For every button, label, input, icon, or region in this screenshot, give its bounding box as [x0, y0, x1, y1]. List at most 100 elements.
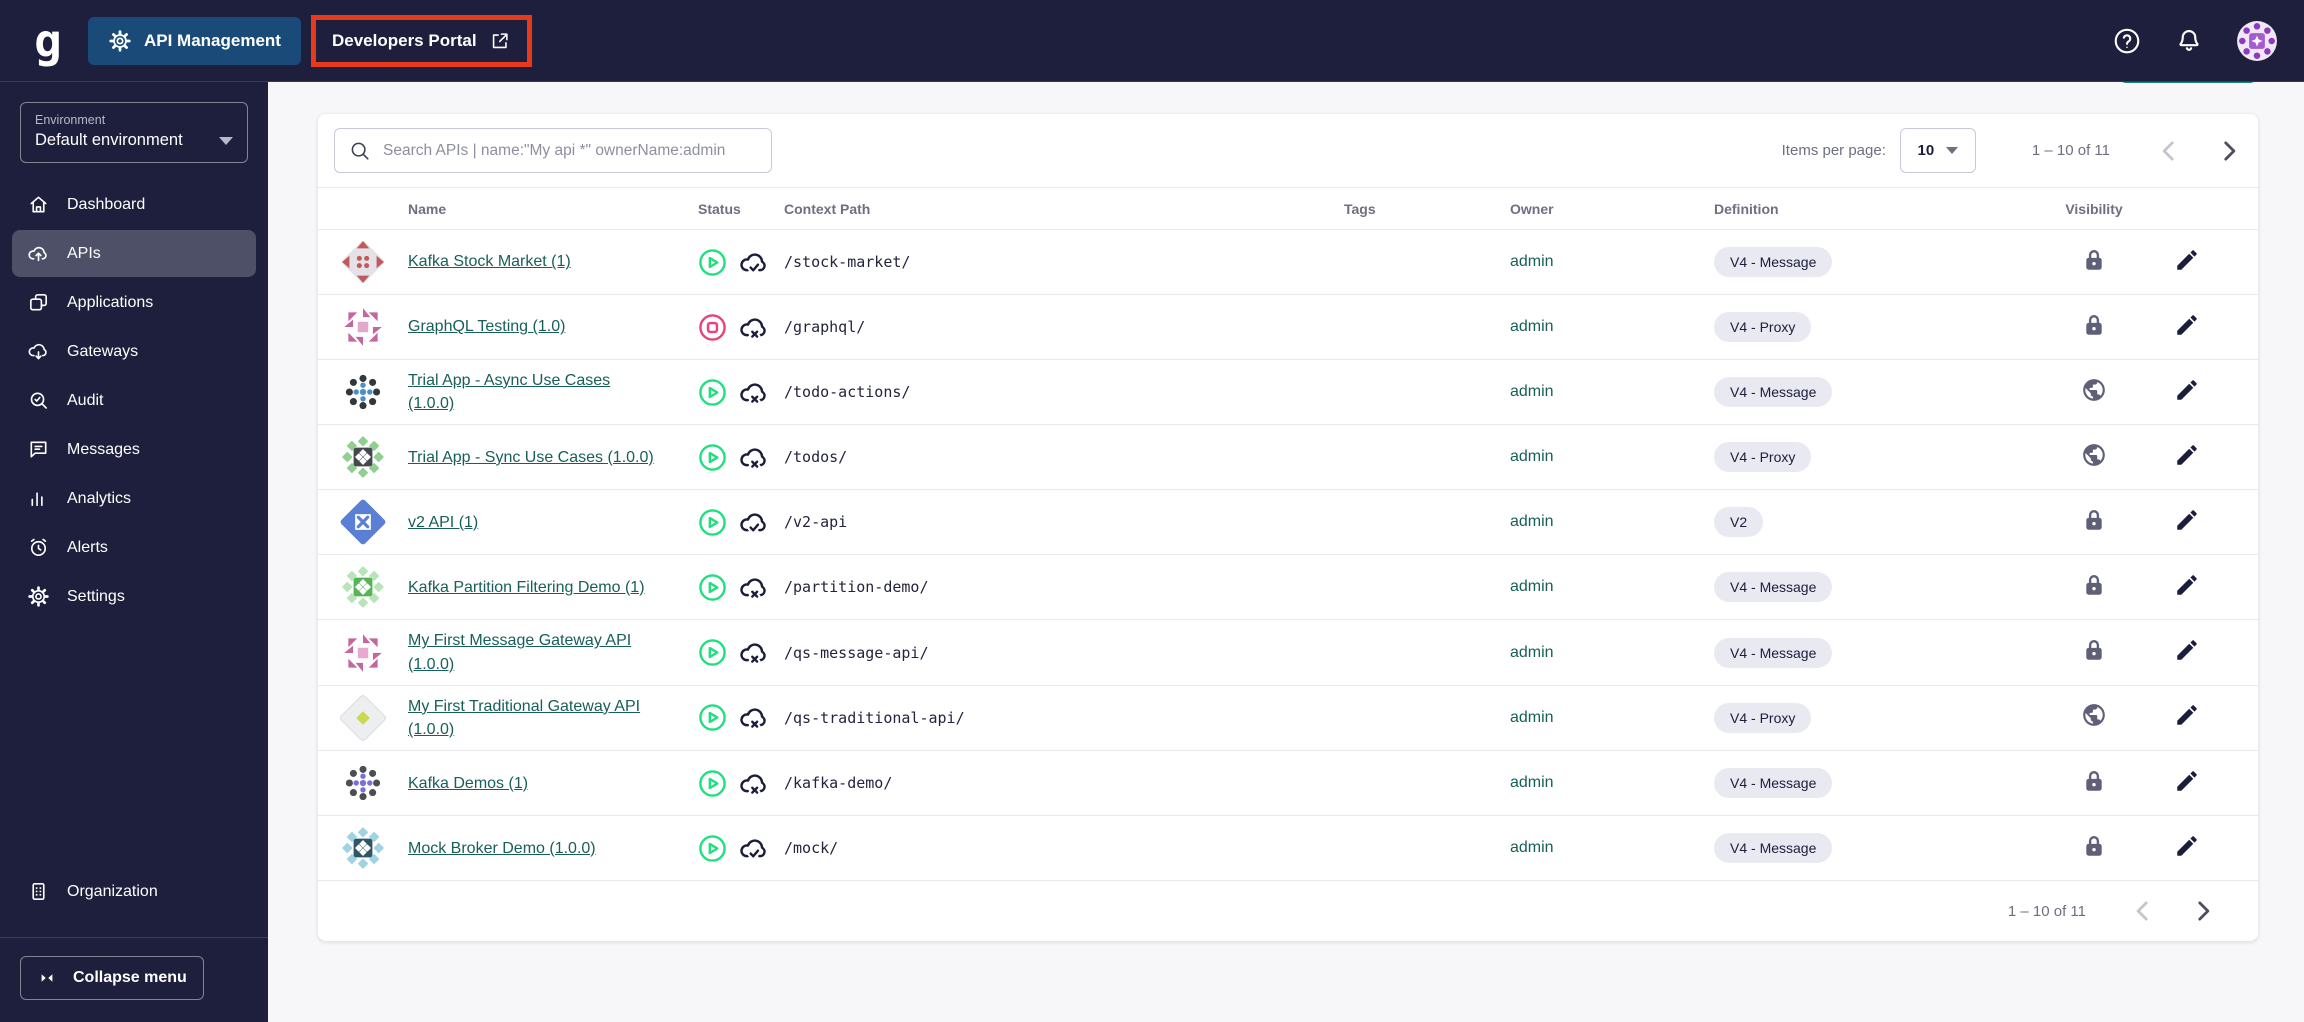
- sidebar-bottom: Organization Collapse menu: [0, 860, 268, 1022]
- notifications-bell-icon[interactable]: [2174, 26, 2204, 56]
- bottom-paginator: 1 – 10 of 11: [318, 881, 2258, 941]
- definition-badge: V4 - Message: [1714, 768, 1833, 799]
- status-started-play-icon: [698, 638, 727, 667]
- status-started-play-icon: [698, 508, 727, 537]
- globe-icon: [2081, 377, 2107, 403]
- api-name-link[interactable]: Mock Broker Demo (1.0.0): [408, 837, 596, 860]
- collapse-menu-button[interactable]: Collapse menu: [20, 956, 204, 1000]
- owner-link[interactable]: admin: [1510, 383, 1554, 400]
- sidebar-item-applications[interactable]: Applications: [12, 279, 256, 326]
- cloud-out-of-sync-icon: [739, 378, 768, 407]
- owner-link[interactable]: admin: [1510, 448, 1554, 465]
- search-box: [334, 128, 772, 173]
- edit-api-button[interactable]: [2174, 507, 2200, 533]
- definition-badge: V2: [1714, 507, 1764, 538]
- sidebar: Environment Default environment Dashboar…: [0, 82, 268, 1022]
- api-name-link[interactable]: v2 API (1): [408, 511, 478, 534]
- home-icon: [27, 193, 50, 216]
- help-icon[interactable]: [2112, 26, 2142, 56]
- api-name-link[interactable]: Kafka Stock Market (1): [408, 250, 571, 273]
- tags-cell: [1344, 685, 1510, 752]
- status-started-play-icon: [698, 573, 727, 602]
- lock-icon: [2081, 637, 2107, 663]
- api-name-link[interactable]: My First Message Gateway API (1.0.0): [408, 629, 658, 675]
- api-table-row: Trial App - Async Use Cases (1.0.0) /tod…: [318, 359, 2258, 426]
- api-name-link[interactable]: My First Traditional Gateway API (1.0.0): [408, 695, 658, 741]
- sidebar-item-dashboard[interactable]: Dashboard: [12, 181, 256, 228]
- sidebar-item-messages[interactable]: Messages: [12, 426, 256, 473]
- sidebar-item-settings[interactable]: Settings: [12, 573, 256, 620]
- owner-link[interactable]: admin: [1510, 839, 1554, 856]
- developers-portal-button[interactable]: Developers Portal: [316, 20, 527, 62]
- pagination-range: 1 – 10 of 11: [2007, 902, 2086, 920]
- cloud-synced-icon: [739, 248, 768, 277]
- owner-link[interactable]: admin: [1510, 709, 1554, 726]
- top-paginator: Items per page: 10 1 – 10 of 11: [1782, 128, 2242, 173]
- api-name-link[interactable]: Kafka Partition Filtering Demo (1): [408, 576, 645, 599]
- sidebar-item-label: Settings: [67, 587, 125, 605]
- edit-api-button[interactable]: [2174, 377, 2200, 403]
- edit-api-button[interactable]: [2174, 702, 2200, 728]
- definition-badge: V4 - Message: [1714, 637, 1833, 668]
- edit-api-button[interactable]: [2174, 833, 2200, 859]
- lock-icon: [2081, 312, 2107, 338]
- owner-link[interactable]: admin: [1510, 774, 1554, 791]
- edit-api-button[interactable]: [2174, 247, 2200, 273]
- context-path: /qs-traditional-api/: [784, 685, 1344, 752]
- status-started-play-icon: [698, 769, 727, 798]
- context-path: /todos/: [784, 424, 1344, 491]
- gear-icon: [108, 29, 132, 53]
- previous-page-icon[interactable]: [2156, 138, 2182, 164]
- status-started-play-icon: [698, 248, 727, 277]
- environment-selector[interactable]: Environment Default environment: [20, 102, 248, 163]
- trial-app-sync-icon: [340, 434, 386, 480]
- owner-link[interactable]: admin: [1510, 578, 1554, 595]
- edit-api-button[interactable]: [2174, 637, 2200, 663]
- previous-page-icon[interactable]: [2130, 898, 2156, 924]
- mock-broker-demo-icon: [340, 825, 386, 871]
- cloud-synced-icon: [739, 834, 768, 863]
- next-page-icon[interactable]: [2190, 898, 2216, 924]
- owner-link[interactable]: admin: [1510, 513, 1554, 530]
- edit-api-button[interactable]: [2174, 768, 2200, 794]
- sidebar-item-audit[interactable]: Audit: [12, 377, 256, 424]
- items-per-page-select[interactable]: 10: [1899, 128, 1976, 173]
- sidebar-item-analytics[interactable]: Analytics: [12, 475, 256, 522]
- sidebar-menu: Dashboard APIs Applications Gateways Aud…: [0, 173, 268, 630]
- api-name-link[interactable]: Trial App - Sync Use Cases (1.0.0): [408, 446, 654, 469]
- api-table-row: Kafka Demos (1) /kafka-demo/ admin V4 - …: [318, 750, 2258, 817]
- sidebar-item-apis[interactable]: APIs: [12, 230, 256, 277]
- next-page-icon[interactable]: [2216, 138, 2242, 164]
- context-path: /qs-message-api/: [784, 619, 1344, 686]
- user-avatar[interactable]: [2236, 20, 2278, 62]
- api-name-link[interactable]: GraphQL Testing (1.0): [408, 315, 565, 338]
- cloud-out-of-sync-icon: [739, 769, 768, 798]
- owner-link[interactable]: admin: [1510, 253, 1554, 270]
- sidebar-divider: [0, 937, 268, 938]
- edit-api-button[interactable]: [2174, 442, 2200, 468]
- owner-link[interactable]: admin: [1510, 644, 1554, 661]
- column-name: Name: [408, 187, 698, 230]
- edit-api-button[interactable]: [2174, 312, 2200, 338]
- sidebar-item-alerts[interactable]: Alerts: [12, 524, 256, 571]
- lock-icon: [2081, 833, 2107, 859]
- context-path: /graphql/: [784, 294, 1344, 360]
- tags-cell: [1344, 359, 1510, 426]
- context-path: /todo-actions/: [784, 359, 1344, 426]
- definition-badge: V4 - Message: [1714, 833, 1833, 864]
- edit-api-button[interactable]: [2174, 572, 2200, 598]
- sidebar-item-organization[interactable]: Organization: [12, 868, 256, 915]
- cloud-out-of-sync-icon: [739, 638, 768, 667]
- sidebar-item-gateways[interactable]: Gateways: [12, 328, 256, 375]
- my-first-traditional-gateway-icon: [340, 695, 386, 741]
- search-icon: [349, 140, 371, 162]
- api-management-button[interactable]: API Management: [88, 16, 301, 65]
- analytics-icon: [27, 487, 50, 510]
- trial-app-async-icon: [340, 369, 386, 415]
- api-name-link[interactable]: Kafka Demos (1): [408, 772, 528, 795]
- api-name-link[interactable]: Trial App - Async Use Cases (1.0.0): [408, 369, 658, 415]
- owner-link[interactable]: admin: [1510, 318, 1554, 335]
- search-input[interactable]: [383, 141, 757, 160]
- tags-cell: [1344, 554, 1510, 621]
- graphql-testing-icon: [340, 304, 386, 350]
